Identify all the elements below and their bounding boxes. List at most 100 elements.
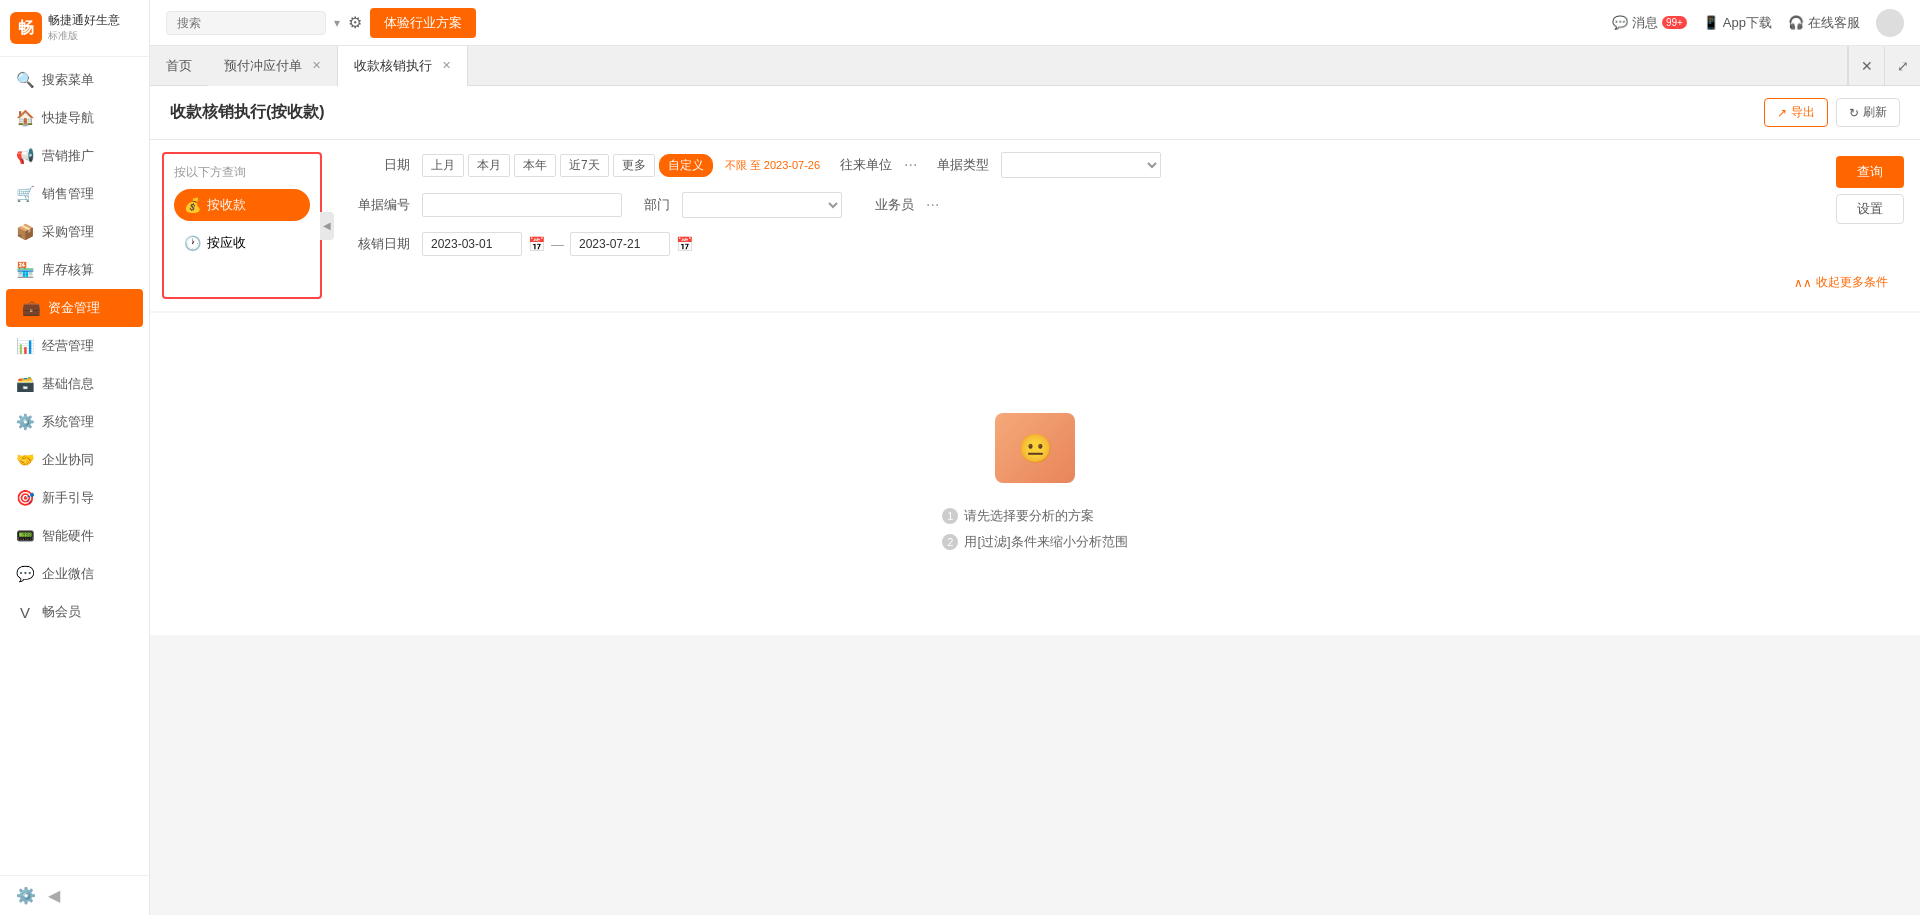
filter-option-by-receipt[interactable]: 💰 按收款 [174,189,310,221]
sidebar-item-quick-nav[interactable]: 🏠 快捷导航 [0,99,149,137]
filter-option-by-receivable[interactable]: 🕐 按应收 [174,227,310,259]
export-icon: ↗ [1777,106,1787,120]
page-content: 收款核销执行(按收款) ↗ 导出 ↻ 刷新 按以下方查询 💰 [150,86,1920,915]
order-no-input[interactable] [422,193,622,217]
date-btn-custom[interactable]: 自定义 [659,154,713,177]
tabbar: 首页 预付冲应付单 ✕ 收款核销执行 ✕ ✕ ⤢ [150,46,1920,86]
date-btn-7days[interactable]: 近7天 [560,154,609,177]
refresh-button[interactable]: ↻ 刷新 [1836,98,1900,127]
query-button[interactable]: 查询 [1836,156,1904,188]
guide-icon: 🎯 [16,489,34,507]
receivable-icon: 🕐 [184,235,201,251]
order-type-select[interactable] [1001,152,1161,178]
tab-receipt-verify-close[interactable]: ✕ [442,59,451,72]
filter-option-by-receivable-label: 按应收 [207,234,246,252]
empty-hint: 1 请先选择要分析的方案 2 用[过滤]条件来缩小分析范围 [942,503,1127,555]
verify-date-end-calendar-icon[interactable]: 📅 [676,236,693,252]
close-tab-btn[interactable]: ✕ [1848,46,1884,86]
sidebar: 畅 畅捷通好生意 标准版 🔍 搜索菜单 🏠 快捷导航 📢 营销推广 🛒 销售管理… [0,0,150,915]
empty-illustration: 😐 [985,393,1085,483]
member-icon: V [16,604,34,621]
online-service-item[interactable]: 🎧 在线客服 [1788,14,1860,32]
sidebar-item-search[interactable]: 🔍 搜索菜单 [0,61,149,99]
sidebar-item-marketing[interactable]: 📢 营销推广 [0,137,149,175]
expand-tab-btn[interactable]: ⤢ [1884,46,1920,86]
sales-icon: 🛒 [16,185,34,203]
page-actions: ↗ 导出 ↻ 刷新 [1764,98,1900,139]
date-btn-this-year[interactable]: 本年 [514,154,556,177]
topbar-dropdown-arrow[interactable]: ▾ [334,16,340,30]
staff-label: 业务员 [854,196,914,214]
staff-ellipsis[interactable]: ··· [926,196,939,214]
tab-home[interactable]: 首页 [150,46,208,86]
counterpart-label: 往来单位 [832,156,892,174]
date-btn-more[interactable]: 更多 [613,154,655,177]
receipt-icon: 💰 [184,197,201,213]
empty-face-icon: 😐 [1018,432,1053,465]
filter-actions: 查询 设置 [1836,152,1904,224]
tab-prepay-close[interactable]: ✕ [312,59,321,72]
topbar-search-input[interactable] [166,11,326,35]
dept-label: 部门 [634,196,670,214]
verify-date-start-input[interactable] [422,232,522,256]
sidebar-item-wechat-label: 企业微信 [42,565,94,583]
logo-sub: 标准版 [48,29,120,43]
message-item[interactable]: 💬 消息 99+ [1612,14,1687,32]
user-avatar[interactable] [1876,9,1904,37]
setting-button[interactable]: 设置 [1836,194,1904,224]
order-no-label: 单据编号 [350,196,410,214]
export-button[interactable]: ↗ 导出 [1764,98,1828,127]
tabbar-actions: ✕ ⤢ [1847,46,1920,86]
tab-prepay-label: 预付冲应付单 [224,57,302,75]
date-btn-this-month[interactable]: 本月 [468,154,510,177]
sidebar-item-operations[interactable]: 📊 经营管理 [0,327,149,365]
verify-date-group: 📅 — 📅 [422,232,693,256]
date-separator: — [551,237,564,252]
topbar-right: 💬 消息 99+ 📱 App下载 🎧 在线客服 [1612,9,1904,37]
sidebar-item-basic[interactable]: 🗃️ 基础信息 [0,365,149,403]
settings-bottom-icon[interactable]: ⚙️ [16,886,36,905]
sidebar-item-system-label: 系统管理 [42,413,94,431]
order-type-label: 单据类型 [929,156,989,174]
industry-solution-button[interactable]: 体验行业方案 [370,8,476,38]
sidebar-item-guide[interactable]: 🎯 新手引导 [0,479,149,517]
sidebar-item-sales[interactable]: 🛒 销售管理 [0,175,149,213]
sidebar-menu: 🔍 搜索菜单 🏠 快捷导航 📢 营销推广 🛒 销售管理 📦 采购管理 🏪 库存核… [0,57,149,875]
topbar-gear-icon[interactable]: ⚙ [348,13,362,32]
sidebar-item-finance[interactable]: 💼 资金管理 [6,289,143,327]
filter-sidebar-collapse-btn[interactable]: ◀ [320,212,334,240]
collapse-more-btn[interactable]: ∧∧ 收起更多条件 [1794,274,1888,291]
operations-icon: 📊 [16,337,34,355]
logo-icon: 畅 [10,12,42,44]
sidebar-item-quick-nav-label: 快捷导航 [42,109,94,127]
empty-state: 😐 1 请先选择要分析的方案 2 用[过滤]条件来缩小分析范围 [150,313,1920,635]
filter-row-2: 单据编号 部门 业务员 ··· [350,192,1836,218]
sidebar-item-member[interactable]: V 畅会员 [0,593,149,631]
sidebar-item-hardware[interactable]: 📟 智能硬件 [0,517,149,555]
hint-num-1: 1 [942,508,958,524]
topbar-left: ▾ ⚙ 体验行业方案 [166,8,476,38]
counterpart-ellipsis[interactable]: ··· [904,156,917,174]
sidebar-item-enterprise[interactable]: 🤝 企业协同 [0,441,149,479]
message-icon: 💬 [1612,15,1628,30]
tab-receipt-verify-label: 收款核销执行 [354,57,432,75]
verify-date-start-calendar-icon[interactable]: 📅 [528,236,545,252]
tab-receipt-verify[interactable]: 收款核销执行 ✕ [338,46,468,86]
tab-prepay[interactable]: 预付冲应付单 ✕ [208,46,338,86]
home-icon: 🏠 [16,109,34,127]
sidebar-item-system[interactable]: ⚙️ 系统管理 [0,403,149,441]
hint-num-2: 2 [942,534,958,550]
filter-row-1: 日期 上月 本月 本年 近7天 更多 自定义 不限 至 2023-07-26 [350,152,1836,178]
date-btn-last-month[interactable]: 上月 [422,154,464,177]
enterprise-icon: 🤝 [16,451,34,469]
verify-date-end-input[interactable] [570,232,670,256]
sidebar-item-wechat[interactable]: 💬 企业微信 [0,555,149,593]
search-icon: 🔍 [16,71,34,89]
dept-select[interactable] [682,192,842,218]
collapse-sidebar-icon[interactable]: ◀ [48,886,60,905]
sidebar-item-purchase[interactable]: 📦 采购管理 [0,213,149,251]
sidebar-item-inventory[interactable]: 🏪 库存核算 [0,251,149,289]
app-download-item[interactable]: 📱 App下载 [1703,14,1772,32]
sidebar-item-marketing-label: 营销推广 [42,147,94,165]
empty-hint-text-1: 请先选择要分析的方案 [964,503,1094,529]
